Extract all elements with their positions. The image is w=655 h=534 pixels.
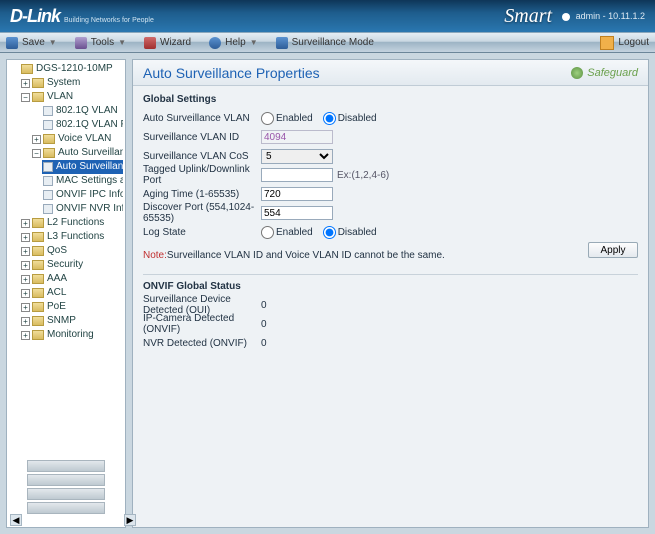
row-discover: Discover Port (554,1024-65535) — [143, 204, 638, 222]
vlan-id-input[interactable] — [261, 130, 333, 144]
note-prefix: Note: — [143, 250, 167, 261]
row-aging: Aging Time (1-65535) — [143, 185, 638, 203]
tree-voice-vlan[interactable]: +Voice VLAN — [31, 132, 123, 146]
user-icon — [562, 13, 570, 21]
help-icon — [209, 37, 221, 49]
cos-select[interactable]: 5 — [261, 149, 333, 164]
note-text: Surveillance VLAN ID and Voice VLAN ID c… — [167, 250, 445, 261]
tree-l3[interactable]: +L3 Functions — [20, 230, 123, 244]
row-tagged-port: Tagged Uplink/Downlink Port Ex:(1,2,4-6) — [143, 166, 638, 184]
onvif-status-heading: ONVIF Global Status — [143, 281, 638, 292]
brand-tagline: Building Networks for People — [64, 17, 154, 24]
pane-header: Auto Surveillance Properties Safeguard — [133, 60, 648, 86]
pane-title: Auto Surveillance Properties — [143, 65, 320, 81]
tree-aaa[interactable]: +AAA — [20, 272, 123, 286]
row-log-state: Log State Enabled Disabled — [143, 223, 638, 241]
device-image — [13, 453, 119, 521]
safeguard-icon — [571, 67, 583, 79]
tree-onvif-ipc[interactable]: ONVIF IPC Information — [42, 188, 123, 202]
tree-qos[interactable]: +QoS — [20, 244, 123, 258]
row-device-detected: Surveillance Device Detected (OUI)0 — [143, 296, 638, 314]
nav-sidebar: DGS-1210-10MP +System −VLAN 802.1Q VLAN … — [6, 59, 126, 528]
surveillance-icon — [276, 37, 288, 49]
log-disabled-radio[interactable]: Disabled — [323, 226, 377, 239]
save-icon — [6, 37, 18, 49]
tree-root-model[interactable]: DGS-1210-10MP — [9, 62, 123, 76]
tree-monitoring[interactable]: +Monitoring — [20, 328, 123, 342]
tree-8021q-vlan[interactable]: 802.1Q VLAN — [31, 104, 123, 118]
wizard-icon — [144, 37, 156, 49]
form-area: Global Settings Auto Surveillance VLAN E… — [133, 86, 648, 361]
menu-wizard[interactable]: Wizard — [144, 37, 191, 49]
tree-acl[interactable]: +ACL — [20, 286, 123, 300]
user-info: admin - 10.11.1.2 — [562, 11, 645, 21]
logout-icon — [600, 36, 614, 50]
tab-scroll-right[interactable]: ▶ — [124, 514, 136, 526]
brand-logo: D-Link Building Networks for People — [10, 6, 154, 27]
tree-system[interactable]: +System — [20, 76, 123, 90]
log-enabled-radio[interactable]: Enabled — [261, 226, 313, 239]
tagged-hint: Ex:(1,2,4-6) — [337, 170, 389, 181]
nav-tree: DGS-1210-10MP +System −VLAN 802.1Q VLAN … — [9, 62, 123, 342]
tree-l2[interactable]: +L2 Functions — [20, 216, 123, 230]
app-header: D-Link Building Networks for People Smar… — [0, 0, 655, 32]
menu-tools[interactable]: Tools▼ — [75, 37, 126, 49]
note-row: Note:Surveillance VLAN ID and Voice VLAN… — [143, 242, 638, 268]
global-settings-heading: Global Settings — [143, 94, 638, 105]
menu-save[interactable]: Save▼ — [6, 37, 57, 49]
tree-poe[interactable]: +PoE — [20, 300, 123, 314]
menu-surveillance[interactable]: Surveillance Mode — [276, 37, 374, 49]
row-asv-enable: Auto Surveillance VLAN Enabled Disabled — [143, 109, 638, 127]
tree-auto-surv-vlan[interactable]: −Auto Surveillance VLAN — [31, 146, 123, 160]
row-vlan-id: Surveillance VLAN ID — [143, 128, 638, 146]
row-ipc-detected: IP-Camera Detected (ONVIF)0 — [143, 315, 638, 333]
tree-onvif-nvr[interactable]: ONVIF NVR Information — [42, 202, 123, 216]
tab-scroll-left[interactable]: ◀ — [10, 514, 22, 526]
user-label: admin - 10.11.1.2 — [576, 11, 645, 21]
apply-button[interactable]: Apply — [588, 242, 638, 258]
menubar: Save▼ Tools▼ Wizard Help▼ Surveillance M… — [0, 32, 655, 53]
tree-asv-properties[interactable]: Auto Surveillance Properties — [42, 160, 123, 174]
tree-mac-settings[interactable]: MAC Settings and Surveilla — [42, 174, 123, 188]
row-nvr-detected: NVR Detected (ONVIF)0 — [143, 334, 638, 352]
tagged-port-input[interactable] — [261, 168, 333, 182]
menu-logout[interactable]: Logout — [600, 36, 649, 50]
tree-8021q-pvid[interactable]: 802.1Q VLAN PVID — [31, 118, 123, 132]
tree-security[interactable]: +Security — [20, 258, 123, 272]
tree-snmp[interactable]: +SNMP — [20, 314, 123, 328]
asv-disabled-radio[interactable]: Disabled — [323, 112, 377, 125]
safeguard-indicator: Safeguard — [571, 67, 638, 79]
row-cos: Surveillance VLAN CoS 5 — [143, 147, 638, 165]
smart-logo: Smart — [504, 5, 552, 28]
tools-icon — [75, 37, 87, 49]
aging-input[interactable] — [261, 187, 333, 201]
menu-help[interactable]: Help▼ — [209, 37, 258, 49]
brand-name: D-Link — [10, 6, 60, 27]
content-pane: Auto Surveillance Properties Safeguard G… — [132, 59, 649, 528]
asv-enabled-radio[interactable]: Enabled — [261, 112, 313, 125]
device-icon — [21, 64, 33, 74]
tree-vlan[interactable]: −VLAN — [20, 90, 123, 104]
discover-input[interactable] — [261, 206, 333, 220]
